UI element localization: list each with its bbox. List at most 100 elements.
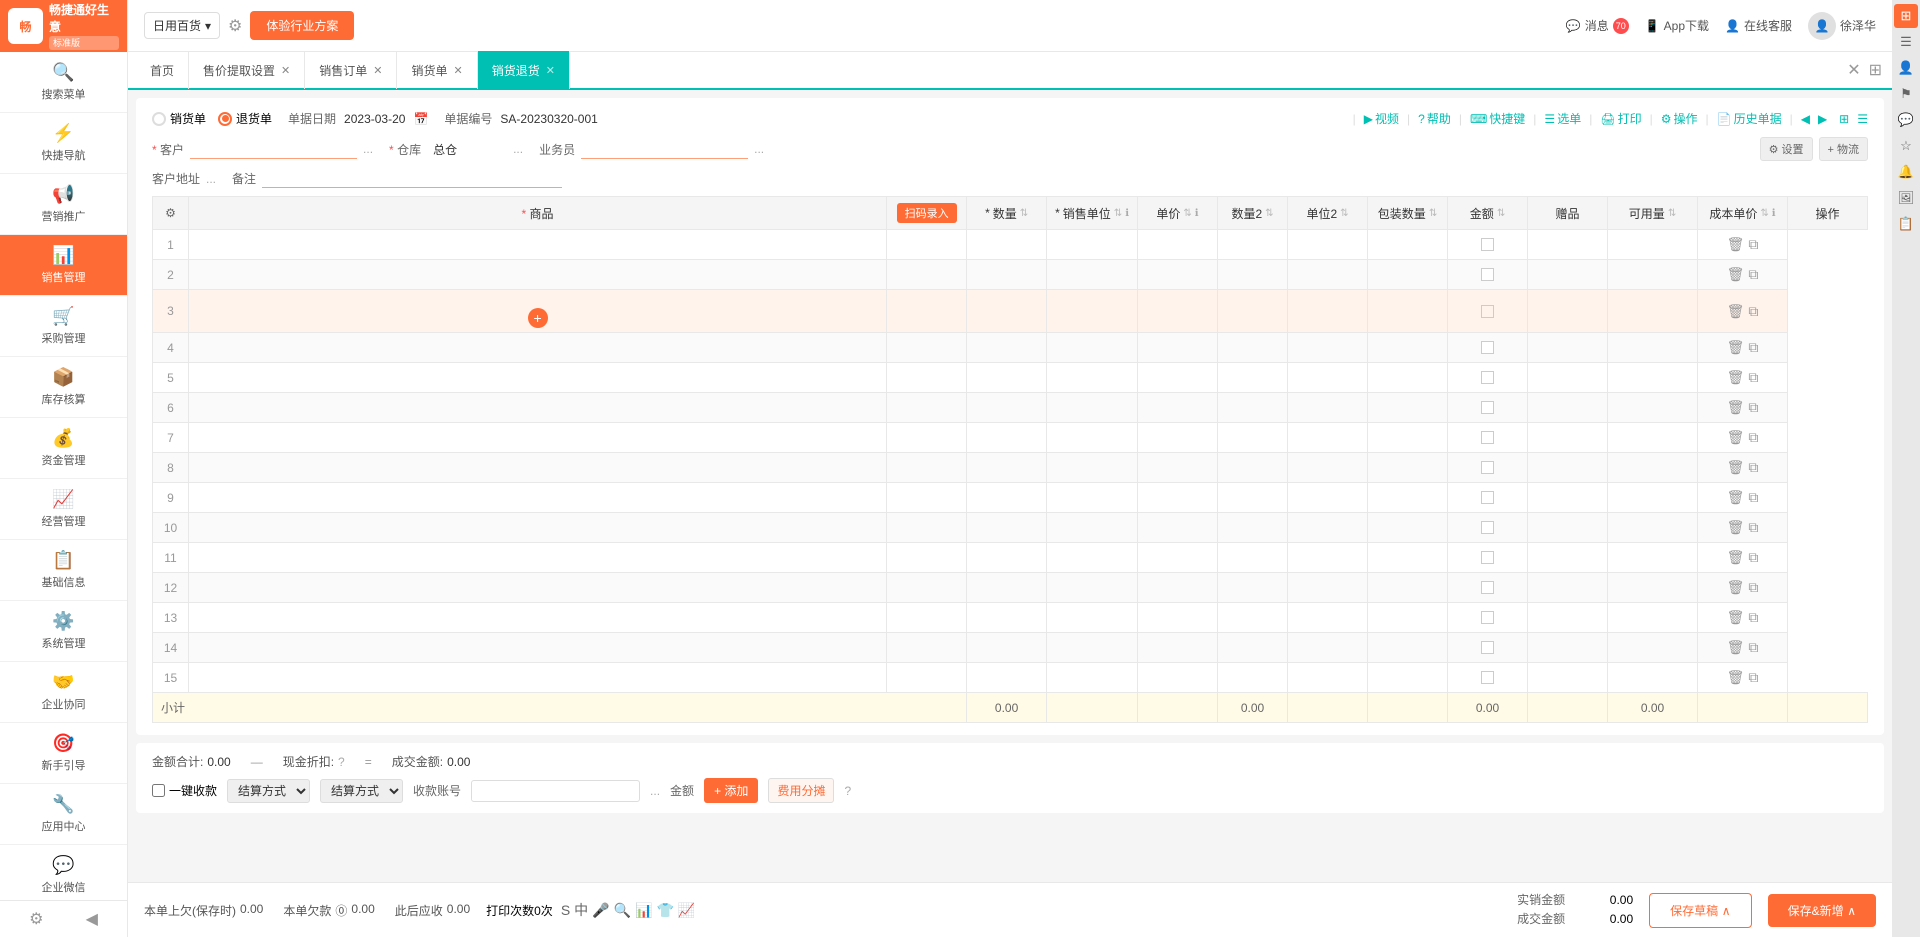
avail-cell-7[interactable] — [1528, 423, 1608, 453]
tab-sales-return[interactable]: 销货退货✕ — [478, 51, 570, 89]
unit2-input-4[interactable] — [1224, 341, 1281, 355]
qty2-cell-9[interactable] — [1138, 483, 1218, 513]
pkg-input-11[interactable] — [1294, 551, 1361, 565]
price-input-2[interactable] — [1053, 268, 1131, 282]
amount-cell-12[interactable] — [1368, 573, 1448, 603]
qty2-input-15[interactable] — [1144, 671, 1211, 685]
cost-input-13[interactable] — [1614, 611, 1691, 625]
delete-icon-14[interactable]: 🗑 — [1727, 639, 1745, 656]
amount-cell-1[interactable] — [1368, 230, 1448, 260]
gift-checkbox-10[interactable] — [1481, 521, 1494, 534]
cost-cell-6[interactable] — [1608, 393, 1698, 423]
unit2-cell-9[interactable] — [1218, 483, 1288, 513]
unit-input-9[interactable] — [973, 491, 1040, 505]
calc-method-select[interactable]: 结算方式 — [320, 779, 403, 803]
qty-cell-8[interactable] — [887, 453, 967, 483]
qty2-input-8[interactable] — [1144, 461, 1211, 475]
unit-input-15[interactable] — [973, 671, 1040, 685]
product-cell-2[interactable] — [189, 260, 887, 290]
unit2-input-10[interactable] — [1224, 521, 1281, 535]
cost-input-7[interactable] — [1614, 431, 1691, 445]
avail-cell-5[interactable] — [1528, 363, 1608, 393]
qty-input-13[interactable] — [893, 611, 960, 625]
delete-icon-15[interactable]: 🗑 — [1727, 669, 1745, 686]
amount-cell-9[interactable] — [1368, 483, 1448, 513]
sidebar-item-search[interactable]: 🔍搜索菜单 — [0, 52, 127, 113]
qty2-cell-12[interactable] — [1138, 573, 1218, 603]
pkg-input-8[interactable] — [1294, 461, 1361, 475]
cost-input-6[interactable] — [1614, 401, 1691, 415]
unit2-cell-3[interactable] — [1218, 290, 1288, 333]
cost-cell-5[interactable] — [1608, 363, 1698, 393]
sidebar-item-system[interactable]: ⚙️系统管理 — [0, 601, 127, 662]
unit-input-10[interactable] — [973, 521, 1040, 535]
avail-input-2[interactable] — [1534, 268, 1601, 282]
qty2-cell-6[interactable] — [1138, 393, 1218, 423]
pkg-cell-15[interactable] — [1288, 663, 1368, 693]
cost-info-icon[interactable]: ℹ — [1772, 208, 1776, 219]
unit-input-5[interactable] — [973, 371, 1040, 385]
cost-cell-2[interactable] — [1608, 260, 1698, 290]
qty-input-15[interactable] — [893, 671, 960, 685]
avail-cell-10[interactable] — [1528, 513, 1608, 543]
qty2-input-5[interactable] — [1144, 371, 1211, 385]
amount-input-8[interactable] — [1374, 461, 1441, 475]
unit2-cell-14[interactable] — [1218, 633, 1288, 663]
unit-cell-1[interactable] — [967, 230, 1047, 260]
qty-cell-2[interactable] — [887, 260, 967, 290]
cost-input-9[interactable] — [1614, 491, 1691, 505]
qty2-cell-13[interactable] — [1138, 603, 1218, 633]
qty2-input-13[interactable] — [1144, 611, 1211, 625]
tab-close-sales-order[interactable]: ✕ — [373, 64, 382, 77]
product-cell-5[interactable] — [189, 363, 887, 393]
topbar-gear-icon[interactable]: ⚙ — [228, 16, 242, 36]
unit2-input-6[interactable] — [1224, 401, 1281, 415]
unit-input-14[interactable] — [973, 641, 1040, 655]
gift-checkbox-15[interactable] — [1481, 671, 1494, 684]
avail-input-6[interactable] — [1534, 401, 1601, 415]
account-dots[interactable]: ... — [650, 784, 660, 798]
sidebar-item-newbie[interactable]: 🎯新手引导 — [0, 723, 127, 784]
amount-input-13[interactable] — [1374, 611, 1441, 625]
cost-cell-1[interactable] — [1608, 230, 1698, 260]
price-cell-15[interactable] — [1047, 663, 1138, 693]
qty2-input-6[interactable] — [1144, 401, 1211, 415]
unit2-input-7[interactable] — [1224, 431, 1281, 445]
app-download-button[interactable]: 📱 App下载 — [1645, 17, 1709, 34]
unit-cell-14[interactable] — [967, 633, 1047, 663]
sidebar-item-appstore[interactable]: 🔧应用中心 — [0, 784, 127, 845]
amount-cell-10[interactable] — [1368, 513, 1448, 543]
avail-cell-1[interactable] — [1528, 230, 1608, 260]
qty-cell-4[interactable] — [887, 333, 967, 363]
gift-cell-2[interactable] — [1448, 260, 1528, 290]
cost-input-8[interactable] — [1614, 461, 1691, 475]
unit-cell-6[interactable] — [967, 393, 1047, 423]
pkg-cell-13[interactable] — [1288, 603, 1368, 633]
gift-cell-13[interactable] — [1448, 603, 1528, 633]
unit2-cell-4[interactable] — [1218, 333, 1288, 363]
cost-sort-icon[interactable]: ⇅ — [1760, 208, 1768, 219]
price-cell-2[interactable] — [1047, 260, 1138, 290]
cost-cell-9[interactable] — [1608, 483, 1698, 513]
pkg-input-7[interactable] — [1294, 431, 1361, 445]
qty-input-14[interactable] — [893, 641, 960, 655]
action-select[interactable]: ☰ 选单 — [1544, 110, 1581, 127]
price-cell-11[interactable] — [1047, 543, 1138, 573]
amount-cell-15[interactable] — [1368, 663, 1448, 693]
avail-input-4[interactable] — [1534, 341, 1601, 355]
amount-sort-icon[interactable]: ⇅ — [1497, 208, 1505, 219]
unit2-cell-12[interactable] — [1218, 573, 1288, 603]
action-shortcut[interactable]: ⌨ 快捷键 — [1470, 110, 1525, 127]
pkg-cell-8[interactable] — [1288, 453, 1368, 483]
radio-return[interactable]: 退货单 — [218, 110, 272, 127]
avail-input-3[interactable] — [1534, 304, 1601, 318]
right-panel-expand-icon[interactable]: ⊞ — [1894, 4, 1918, 28]
pkg-cell-4[interactable] — [1288, 333, 1368, 363]
qty2-input-9[interactable] — [1144, 491, 1211, 505]
unit2-cell-11[interactable] — [1218, 543, 1288, 573]
qty-cell-10[interactable] — [887, 513, 967, 543]
pkg-cell-2[interactable] — [1288, 260, 1368, 290]
tool-graph-icon[interactable]: 📈 — [678, 902, 695, 919]
avail-cell-8[interactable] — [1528, 453, 1608, 483]
product-cell-10[interactable] — [189, 513, 887, 543]
